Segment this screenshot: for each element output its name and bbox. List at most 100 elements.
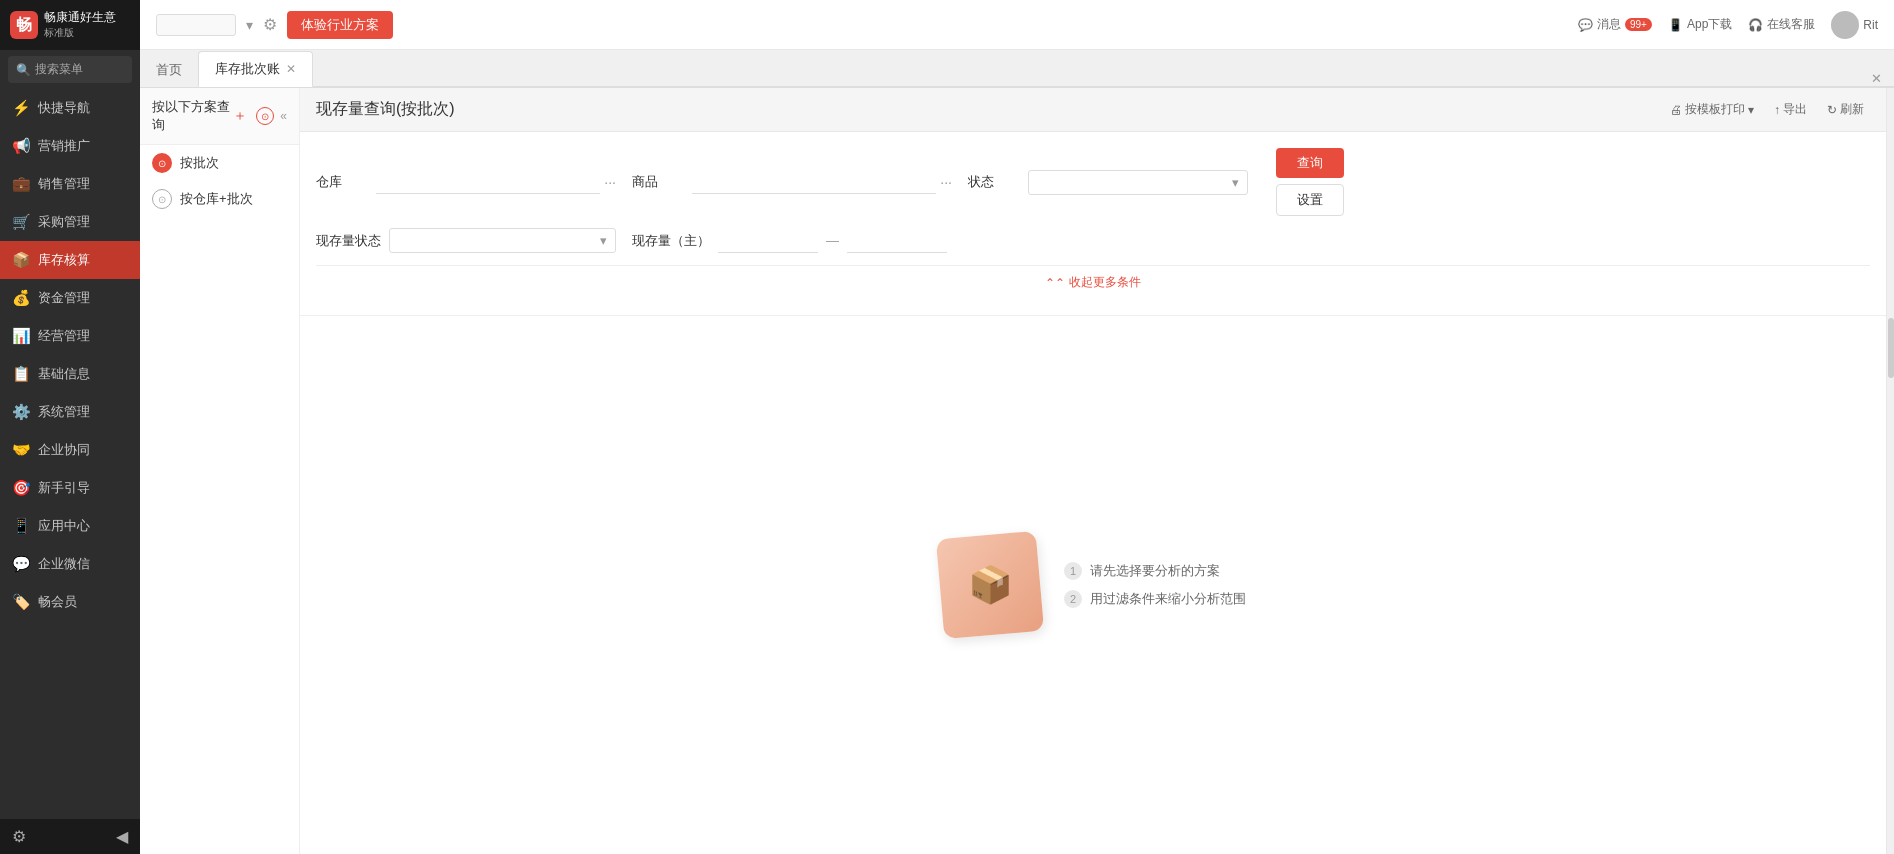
- stock-qty-label: 现存量（主）: [632, 232, 710, 250]
- filter-row-2: 现存量状态 ▾ 现存量（主） —: [316, 228, 1870, 253]
- sidebar-item-member[interactable]: 🏷️ 畅会员: [0, 583, 140, 621]
- tab-inventory-batch[interactable]: 库存批次账 ✕: [198, 51, 313, 87]
- collapse-filter-bar[interactable]: ⌃⌃ 收起更多条件: [316, 265, 1870, 299]
- export-icon: ↑: [1774, 103, 1780, 117]
- topbar-search-input[interactable]: [156, 14, 236, 36]
- sidebar-item-label: 经营管理: [38, 327, 90, 345]
- close-panel-button[interactable]: ✕: [1859, 71, 1894, 87]
- query-panel: 现存量查询(按批次) 🖨 按模板打印 ▾ ↑ 导出 ↻ 刷新: [300, 88, 1886, 854]
- sidebar-item-purchase[interactable]: 🛒 采购管理: [0, 203, 140, 241]
- topbar-dropdown-icon[interactable]: ▾: [246, 17, 253, 33]
- purchase-icon: 🛒: [12, 213, 30, 231]
- operations-icon: 📊: [12, 327, 30, 345]
- product-input[interactable]: [692, 170, 936, 194]
- status-label: 状态: [968, 173, 1028, 191]
- print-button[interactable]: 🖨 按模板打印 ▾: [1664, 98, 1760, 121]
- topbar-gear-icon[interactable]: ⚙: [263, 15, 277, 34]
- sidebar-item-sales[interactable]: 💼 销售管理: [0, 165, 140, 203]
- scheme-item-by-batch[interactable]: ⊙ 按批次: [140, 145, 299, 181]
- print-dropdown-icon[interactable]: ▾: [1748, 103, 1754, 117]
- sidebar-nav: ⚡ 快捷导航 📢 营销推广 💼 销售管理 🛒 采购管理 📦 库存核算 💰 资金管…: [0, 89, 140, 819]
- sidebar-item-operations[interactable]: 📊 经营管理: [0, 317, 140, 355]
- sidebar-search[interactable]: 🔍 搜索菜单: [8, 56, 132, 83]
- empty-icon: 📦: [936, 531, 1044, 639]
- main-area: ▾ ⚙ 体验行业方案 💬 消息 99+ 📱 App下载 🎧 在线客服 Rit: [140, 0, 1894, 854]
- app-download-label: App下载: [1687, 16, 1732, 33]
- sidebar-item-newbie[interactable]: 🎯 新手引导: [0, 469, 140, 507]
- refresh-button[interactable]: ↻ 刷新: [1821, 98, 1870, 121]
- headset-icon: 🎧: [1748, 18, 1763, 32]
- hint-text-1: 请先选择要分析的方案: [1090, 562, 1220, 580]
- app-title: 畅康通好生意: [44, 10, 116, 26]
- tab-close-icon[interactable]: ✕: [286, 62, 296, 76]
- empty-hints: 1 请先选择要分析的方案 2 用过滤条件来缩小分析范围: [1064, 562, 1246, 608]
- phone-icon: 📱: [1668, 18, 1683, 32]
- topbar: ▾ ⚙ 体验行业方案 💬 消息 99+ 📱 App下载 🎧 在线客服 Rit: [140, 0, 1894, 50]
- product-more-icon[interactable]: ···: [940, 174, 952, 190]
- sidebar-item-label: 资金管理: [38, 289, 90, 307]
- query-button[interactable]: 查询: [1276, 148, 1344, 178]
- sidebar-item-inventory[interactable]: 📦 库存核算: [0, 241, 140, 279]
- scheme-panel-header: 按以下方案查询 ＋ ⊙ «: [140, 88, 299, 145]
- warehouse-more-icon[interactable]: ···: [604, 174, 616, 190]
- sidebar-item-label: 库存核算: [38, 251, 90, 269]
- collapse-scheme-icon[interactable]: «: [280, 109, 287, 123]
- basic-icon: 📋: [12, 365, 30, 383]
- sidebar-item-label: 系统管理: [38, 403, 90, 421]
- product-filter-group: 商品 ···: [632, 170, 952, 194]
- refresh-icon: ↻: [1827, 103, 1837, 117]
- hint-text-2: 用过滤条件来缩小分析范围: [1090, 590, 1246, 608]
- sidebar-item-basic[interactable]: 📋 基础信息: [0, 355, 140, 393]
- settings-button[interactable]: 设置: [1276, 184, 1344, 216]
- stock-status-dropdown-icon: ▾: [600, 233, 607, 248]
- marketing-icon: 📢: [12, 137, 30, 155]
- scheme-inactive-icon: ⊙: [152, 189, 172, 209]
- stock-status-select[interactable]: ▾: [389, 228, 616, 253]
- page-titlebar: 现存量查询(按批次) 🖨 按模板打印 ▾ ↑ 导出 ↻ 刷新: [300, 88, 1886, 132]
- sidebar-item-quick-nav[interactable]: ⚡ 快捷导航: [0, 89, 140, 127]
- scheme-item-by-warehouse-batch[interactable]: ⊙ 按仓库+批次: [140, 181, 299, 217]
- app-subtitle: 标准版: [44, 26, 116, 40]
- wechat-icon: 💬: [12, 555, 30, 573]
- tab-home[interactable]: 首页: [140, 53, 198, 87]
- export-label: 导出: [1783, 101, 1807, 118]
- scroll-handle[interactable]: [1888, 318, 1894, 378]
- sidebar-item-appstore[interactable]: 📱 应用中心: [0, 507, 140, 545]
- sidebar-item-wechat[interactable]: 💬 企业微信: [0, 545, 140, 583]
- message-button[interactable]: 💬 消息 99+: [1578, 16, 1652, 33]
- search-icon: 🔍: [16, 63, 31, 77]
- settings-footer-icon[interactable]: ⚙: [12, 827, 26, 846]
- sidebar-item-label: 企业协同: [38, 441, 90, 459]
- sidebar-item-marketing[interactable]: 📢 营销推广: [0, 127, 140, 165]
- user-name: Rit: [1863, 18, 1878, 32]
- sidebar-item-label: 畅会员: [38, 593, 77, 611]
- member-icon: 🏷️: [12, 593, 30, 611]
- sidebar-item-label: 销售管理: [38, 175, 90, 193]
- sidebar-item-label: 企业微信: [38, 555, 90, 573]
- empty-hint-1: 1 请先选择要分析的方案: [1064, 562, 1246, 580]
- online-service-button[interactable]: 🎧 在线客服: [1748, 16, 1815, 33]
- sidebar-item-finance[interactable]: 💰 资金管理: [0, 279, 140, 317]
- system-icon: ⚙️: [12, 403, 30, 421]
- sidebar-item-system[interactable]: ⚙️ 系统管理: [0, 393, 140, 431]
- collapse-sidebar-icon[interactable]: ◀: [116, 827, 128, 846]
- hint-num-1: 1: [1064, 562, 1082, 580]
- online-service-label: 在线客服: [1767, 16, 1815, 33]
- stock-qty-max-input[interactable]: [847, 229, 947, 253]
- stock-qty-min-input[interactable]: [718, 229, 818, 253]
- stock-qty-filter-group: 现存量（主） —: [632, 229, 1032, 253]
- add-scheme-button[interactable]: ＋: [230, 106, 250, 126]
- user-menu[interactable]: Rit: [1831, 11, 1878, 39]
- app-download-button[interactable]: 📱 App下载: [1668, 16, 1732, 33]
- warehouse-input[interactable]: [376, 170, 600, 194]
- scheme-settings-icon[interactable]: ⊙: [256, 107, 274, 125]
- export-button[interactable]: ↑ 导出: [1768, 98, 1813, 121]
- finance-icon: 💰: [12, 289, 30, 307]
- right-scrollbar[interactable]: [1886, 88, 1894, 854]
- sidebar-item-label: 采购管理: [38, 213, 90, 231]
- warehouse-label: 仓库: [316, 173, 376, 191]
- status-select[interactable]: ▾: [1028, 170, 1248, 195]
- filter-row-1: 仓库 ··· 商品 ··· 状态 ▾: [316, 148, 1870, 216]
- sidebar-item-enterprise[interactable]: 🤝 企业协同: [0, 431, 140, 469]
- trial-button[interactable]: 体验行业方案: [287, 11, 393, 39]
